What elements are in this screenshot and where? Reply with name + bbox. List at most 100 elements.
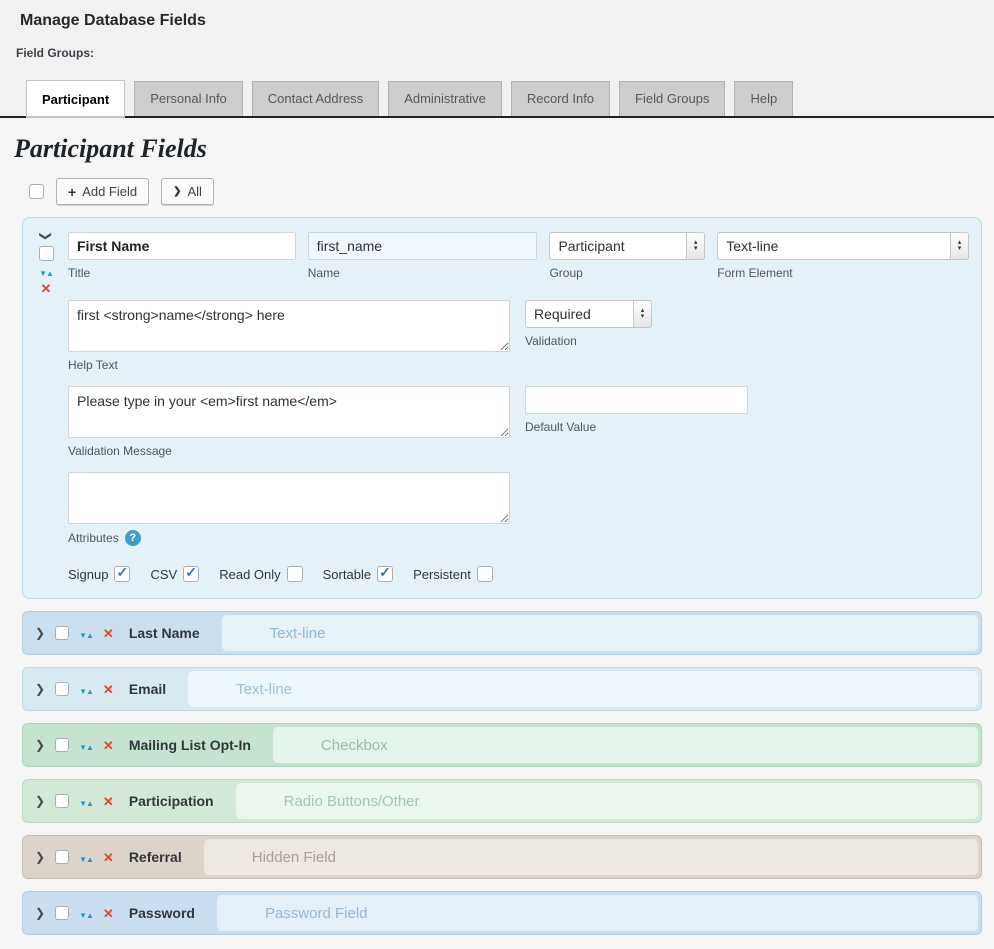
sort-handle-icon[interactable]: ▼▲ [79,907,93,920]
tab-field-groups[interactable]: Field Groups [619,81,725,116]
chevron-right-icon: ❯ [173,186,181,197]
page-title: Manage Database Fields [20,12,994,30]
field-row-password[interactable]: ❯ ▼▲ ✕ Password Password Field [22,891,982,935]
section-heading: Participant Fields [14,118,994,164]
field-row-email[interactable]: ❯ ▼▲ ✕ Email Text-line [22,667,982,711]
field-name: Email [129,681,166,697]
tab-record-info[interactable]: Record Info [511,81,610,116]
name-input[interactable] [308,232,538,260]
validation-select[interactable]: Required ▴▾ [525,300,652,328]
sort-handle-icon[interactable]: ▼▲ [79,739,93,752]
add-field-button[interactable]: + Add Field [56,178,149,205]
signup-label: Signup [68,567,108,582]
row-checkbox[interactable] [55,906,69,920]
row-checkbox[interactable] [55,794,69,808]
field-name: Password [129,905,195,921]
row-checkbox[interactable] [55,682,69,696]
sort-down-icon: ▼ [39,269,46,278]
validation-message-textarea[interactable]: Please type in your <em>first name</em> [68,386,510,438]
form-element-select[interactable]: Text-line ▴▾ [717,232,969,260]
select-all-checkbox[interactable] [29,184,44,199]
manage-database-fields-page: Manage Database Fields Field Groups: Par… [0,12,994,949]
csv-label: CSV [150,567,177,582]
field-row-participation[interactable]: ❯ ▼▲ ✕ Participation Radio Buttons/Other [22,779,982,823]
delete-field-icon[interactable]: ✕ [103,851,114,864]
field-name: Mailing List Opt-In [129,737,251,753]
delete-field-icon[interactable]: ✕ [103,627,114,640]
sort-handle-icon[interactable]: ▼▲ [79,683,93,696]
help-text-textarea[interactable]: first <strong>name</strong> here [68,300,510,352]
form-element-type: Text-line [236,681,292,698]
tab-administrative[interactable]: Administrative [388,81,502,116]
sortable-label: Sortable [323,567,371,582]
row-checkbox[interactable] [55,850,69,864]
option-sortable: Sortable [323,566,393,582]
row-checkbox[interactable] [55,626,69,640]
select-arrows-icon: ▴▾ [950,233,968,259]
form-element-type: Text-line [270,625,326,642]
form-element-type: Radio Buttons/Other [284,793,420,810]
expand-chevron-icon[interactable]: ❯ [35,851,45,863]
tab-personal-info[interactable]: Personal Info [134,81,243,116]
participant-fields-section: Participant Fields + Add Field ❯ All ❯ ▼… [0,118,994,949]
attributes-textarea[interactable] [68,472,510,524]
form-element-box[interactable]: Text-line [188,671,978,707]
form-element-label: Form Element [717,266,969,280]
tab-bar: Participant Personal Info Contact Addres… [0,80,994,118]
expand-all-button[interactable]: ❯ All [161,178,214,205]
group-select[interactable]: Participant ▴▾ [549,232,705,260]
sort-handle-icon[interactable]: ▼▲ [39,265,53,278]
form-element-box[interactable]: Checkbox [273,727,978,763]
field-editor-first-name: ❯ ▼▲ ✕ Title Name Participant ▴▾ [22,217,982,599]
sortable-checkbox[interactable] [377,566,393,582]
form-element-type: Checkbox [321,737,388,754]
attributes-label: Attributes [68,531,119,545]
read-only-checkbox[interactable] [287,566,303,582]
form-element-box[interactable]: Radio Buttons/Other [236,783,978,819]
validation-message-label: Validation Message [68,444,510,458]
expand-chevron-icon[interactable]: ❯ [35,683,45,695]
row-checkbox[interactable] [39,246,54,261]
delete-field-icon[interactable]: ✕ [103,907,114,920]
sort-handle-icon[interactable]: ▼▲ [79,795,93,808]
sort-handle-icon[interactable]: ▼▲ [79,627,93,640]
delete-field-icon[interactable]: ✕ [103,739,114,752]
field-row-referral[interactable]: ❯ ▼▲ ✕ Referral Hidden Field [22,835,982,879]
select-arrows-icon: ▴▾ [686,233,704,259]
expand-chevron-icon[interactable]: ❯ [35,795,45,807]
expand-chevron-icon[interactable]: ❯ [35,739,45,751]
delete-field-icon[interactable]: ✕ [103,795,114,808]
form-element-box[interactable]: Hidden Field [204,839,978,875]
help-icon[interactable]: ? [125,530,141,546]
plus-icon: + [68,184,76,200]
field-editor-controls: ❯ ▼▲ ✕ [32,230,60,295]
expand-chevron-icon[interactable]: ❯ [35,907,45,919]
delete-field-icon[interactable]: ✕ [41,282,52,295]
sort-handle-icon[interactable]: ▼▲ [79,851,93,864]
toolbar: + Add Field ❯ All [29,178,994,205]
form-element-type: Hidden Field [252,849,336,866]
group-select-value: Participant [558,238,624,254]
field-name: Referral [129,849,182,865]
field-row-mailing-list-opt-in[interactable]: ❯ ▼▲ ✕ Mailing List Opt-In Checkbox [22,723,982,767]
title-input[interactable] [68,232,296,260]
option-persistent: Persistent [413,566,493,582]
tab-contact-address[interactable]: Contact Address [252,81,379,116]
csv-checkbox[interactable] [183,566,199,582]
tab-help[interactable]: Help [734,81,793,116]
delete-field-icon[interactable]: ✕ [103,683,114,696]
signup-checkbox[interactable] [114,566,130,582]
field-options-row: Signup CSV Read Only Sortable Persistent [68,566,969,582]
option-signup: Signup [68,566,130,582]
default-value-input[interactable] [525,386,748,414]
option-csv: CSV [150,566,199,582]
tab-participant[interactable]: Participant [26,80,125,118]
row-checkbox[interactable] [55,738,69,752]
form-element-box[interactable]: Text-line [222,615,978,651]
persistent-checkbox[interactable] [477,566,493,582]
form-element-box[interactable]: Password Field [217,895,978,931]
collapse-chevron-icon[interactable]: ❯ [40,231,52,241]
read-only-label: Read Only [219,567,280,582]
expand-chevron-icon[interactable]: ❯ [35,627,45,639]
field-row-last-name[interactable]: ❯ ▼▲ ✕ Last Name Text-line [22,611,982,655]
